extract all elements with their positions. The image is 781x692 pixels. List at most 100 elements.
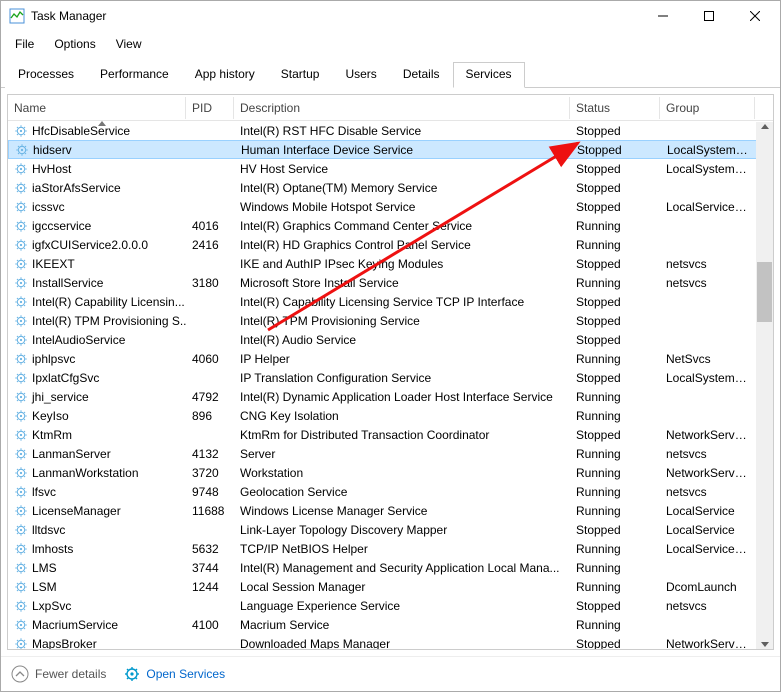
col-header-description[interactable]: Description [234,97,570,119]
cell-description: Intel(R) Management and Security Applica… [234,560,570,576]
maximize-button[interactable] [686,1,732,31]
scroll-down-icon[interactable] [761,642,769,647]
cell-name: igccservice [8,218,186,234]
table-row[interactable]: InstallService3180Microsoft Store Instal… [8,273,773,292]
minimize-button[interactable] [640,1,686,31]
fewer-details-link[interactable]: Fewer details [11,665,106,683]
table-row[interactable]: HfcDisableServiceIntel(R) RST HFC Disabl… [8,121,773,140]
service-name: lmhosts [32,542,73,556]
table-row[interactable]: lmhosts5632TCP/IP NetBIOS HelperRunningL… [8,539,773,558]
service-name: IKEEXT [32,257,75,271]
table-row[interactable]: MacriumService4100Macrium ServiceRunning [8,615,773,634]
table-row[interactable]: IpxlatCfgSvcIP Translation Configuration… [8,368,773,387]
table-row[interactable]: Intel(R) TPM Provisioning S...Intel(R) T… [8,311,773,330]
open-services-link[interactable]: Open Services [124,666,225,682]
service-gear-icon [14,561,28,575]
cell-name: IntelAudioService [8,332,186,348]
service-name: MapsBroker [32,637,97,650]
cell-status: Stopped [570,370,660,386]
menu-options[interactable]: Options [44,33,105,55]
table-row[interactable]: LanmanServer4132ServerRunningnetsvcs [8,444,773,463]
table-row[interactable]: IntelAudioServiceIntel(R) Audio ServiceS… [8,330,773,349]
table-row[interactable]: icssvcWindows Mobile Hotspot ServiceStop… [8,197,773,216]
cell-status: Stopped [570,427,660,443]
tab-performance[interactable]: Performance [87,62,182,88]
table-row[interactable]: lltdsvcLink-Layer Topology Discovery Map… [8,520,773,539]
table-row[interactable]: lfsvc9748Geolocation ServiceRunningnetsv… [8,482,773,501]
table-row[interactable]: IKEEXT IKE and AuthIP IPsec Keying Module… [8,254,773,273]
service-gear-icon [14,352,28,366]
table-row[interactable]: LMS3744Intel(R) Management and Security … [8,558,773,577]
cell-status: Stopped [570,123,660,139]
service-gear-icon [15,143,29,157]
table-row[interactable]: MapsBrokerDownloaded Maps ManagerStopped… [8,634,773,649]
cell-group: LocalServiceN... [660,541,755,557]
tab-startup[interactable]: Startup [268,62,333,88]
fewer-details-label: Fewer details [35,667,106,681]
service-name: igccservice [32,219,91,233]
col-header-group[interactable]: Group [660,97,755,119]
cell-description: Intel(R) RST HFC Disable Service [234,123,570,139]
cell-pid: 3720 [186,465,234,481]
table-row[interactable]: igccservice4016Intel(R) Graphics Command… [8,216,773,235]
cell-description: Microsoft Store Install Service [234,275,570,291]
cell-description: Windows License Manager Service [234,503,570,519]
col-header-pid[interactable]: PID [186,97,234,119]
table-row[interactable]: KeyIso896CNG Key IsolationRunning [8,406,773,425]
cell-name: IpxlatCfgSvc [8,370,186,386]
cell-group: DcomLaunch [660,579,755,595]
cell-pid: 4792 [186,389,234,405]
tab-processes[interactable]: Processes [5,62,87,88]
grid-body[interactable]: HfcDisableServiceIntel(R) RST HFC Disabl… [8,121,773,649]
vertical-scrollbar[interactable] [756,122,773,649]
tab-services[interactable]: Services [453,62,525,88]
cell-group [660,567,755,569]
cell-status: Stopped [570,636,660,650]
scroll-up-icon[interactable] [761,124,769,129]
service-name: jhi_service [32,390,89,404]
table-row[interactable]: LanmanWorkstation3720WorkstationRunningN… [8,463,773,482]
service-gear-icon [14,371,28,385]
cell-status: Running [570,617,660,633]
cell-pid [187,149,235,151]
service-name: lltdsvc [32,523,65,537]
service-gear-icon [14,542,28,556]
service-name: KtmRm [32,428,72,442]
table-row[interactable]: hidservHuman Interface Device ServiceSto… [8,140,773,159]
cell-status: Running [570,389,660,405]
table-row[interactable]: KtmRmKtmRm for Distributed Transaction C… [8,425,773,444]
grid-header: Name PID Description Status Group [8,95,773,121]
cell-description: Geolocation Service [234,484,570,500]
close-button[interactable] [732,1,778,31]
service-name: HvHost [32,162,71,176]
tab-app-history[interactable]: App history [182,62,268,88]
col-header-name[interactable]: Name [8,97,186,119]
tab-details[interactable]: Details [390,62,453,88]
table-row[interactable]: HvHostHV Host ServiceStoppedLocalSystemN… [8,159,773,178]
table-row[interactable]: jhi_service 4792Intel(R) Dynamic Applicat… [8,387,773,406]
tab-users[interactable]: Users [332,62,389,88]
table-row[interactable]: LSM1244Local Session ManagerRunningDcomL… [8,577,773,596]
service-name: iaStorAfsService [32,181,121,195]
tabstrip: Processes Performance App history Startu… [1,57,780,88]
table-row[interactable]: igfxCUIService2.0.0.02416Intel(R) HD Gra… [8,235,773,254]
scrollbar-thumb[interactable] [757,262,772,322]
cell-description: Intel(R) Dynamic Application Loader Host… [234,389,570,405]
cell-description: Intel(R) Graphics Command Center Service [234,218,570,234]
cell-description: IKE and AuthIP IPsec Keying Modules [234,256,570,272]
content-area: Name PID Description Status Group HfcDis… [1,88,780,656]
cell-description: Intel(R) Audio Service [234,332,570,348]
table-row[interactable]: iaStorAfsServiceIntel(R) Optane(TM) Memo… [8,178,773,197]
table-row[interactable]: LxpSvcLanguage Experience ServiceStopped… [8,596,773,615]
cell-group: NetworkServic... [660,465,755,481]
table-row[interactable]: iphlpsvc4060IP HelperRunningNetSvcs [8,349,773,368]
menu-file[interactable]: File [5,33,44,55]
cell-group: netsvcs [660,484,755,500]
table-row[interactable]: LicenseManager11688Windows License Manag… [8,501,773,520]
service-gear-icon [14,504,28,518]
cell-status: Running [570,446,660,462]
service-name: igfxCUIService2.0.0.0 [32,238,148,252]
col-header-status[interactable]: Status [570,97,660,119]
table-row[interactable]: Intel(R) Capability Licensin...Intel(R) … [8,292,773,311]
menu-view[interactable]: View [106,33,152,55]
